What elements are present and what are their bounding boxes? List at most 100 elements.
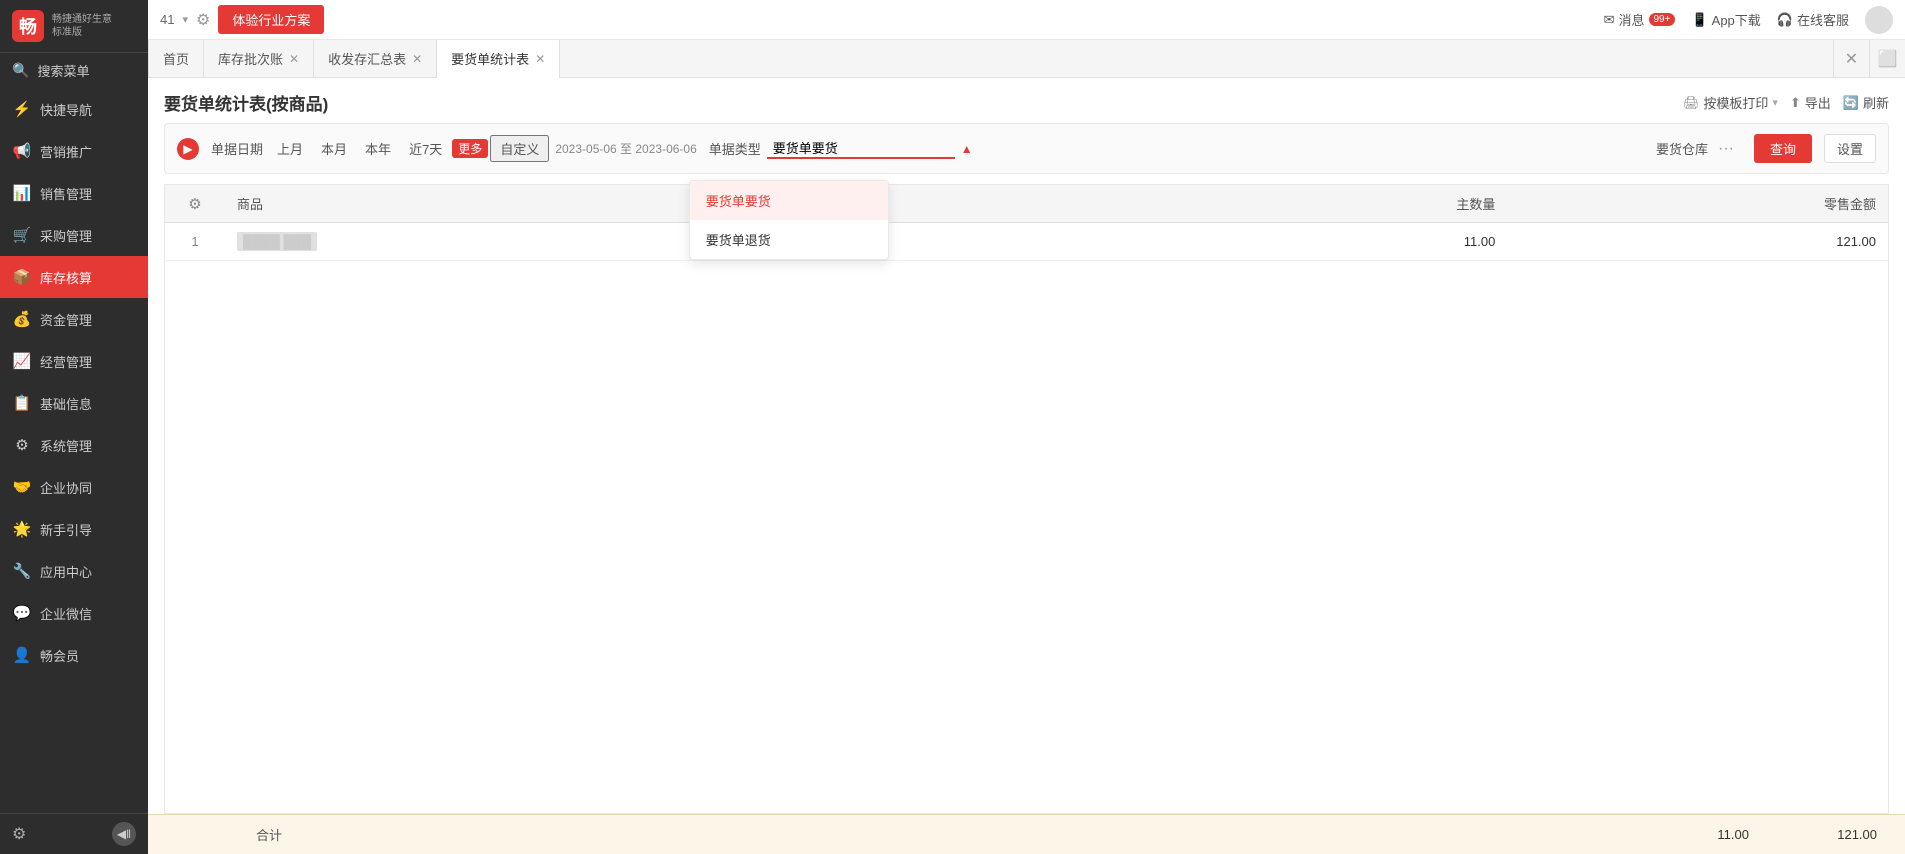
trial-button[interactable]: 体验行业方案 — [218, 5, 324, 34]
print-template-btn[interactable]: 🖨 按模板打印 ▾ — [1683, 93, 1778, 112]
filter-this-month-btn[interactable]: 本月 — [313, 137, 355, 160]
sidebar: 畅 畅捷通好生意 标准版 🔍 搜索菜单 ⚡快捷导航 📢 营销推广 📊销售管理 🛒 采购管理… — [0, 0, 148, 854]
tab-inventory-batch[interactable]: 库存批次账 ✕ — [204, 40, 314, 78]
table-col-amount: 零售金额 — [1507, 185, 1888, 223]
page-actions: 🖨 按模板打印 ▾ ⬆ 导出 🔄 刷新 — [1683, 93, 1889, 112]
sidebar-item-wechat[interactable]: 💬 企业微信 — [0, 592, 148, 634]
nav-label-finance: 资金管理 — [40, 310, 92, 329]
page-content: 要货单统计表(按商品) 🖨 按模板打印 ▾ ⬆ 导出 🔄 刷新 ▶ — [148, 78, 1905, 854]
tab-label-inventory-batch: 库存批次账 — [218, 49, 283, 68]
filter-warehouse-more-btn[interactable]: ··· — [1718, 140, 1734, 158]
headset-icon: 🎧 — [1777, 12, 1793, 28]
type-dropdown-menu: 要货单要货 要货单退货 — [689, 180, 889, 260]
nav-label-quick-nav: 快捷导航 — [40, 100, 92, 119]
cell-product: ████ ███ — [225, 223, 746, 261]
header-left: 41 ▾ ⚙ 体验行业方案 — [160, 5, 324, 34]
app-download-action[interactable]: 📱 App下载 — [1691, 10, 1760, 29]
nav-icon-sales: 📊 — [12, 183, 32, 203]
filter-date-value: 2023-05-06 至 2023-06-06 — [555, 140, 696, 157]
logo-icon: 畅 — [12, 10, 44, 42]
sidebar-item-member[interactable]: 👤 畅会员 — [0, 634, 148, 676]
sidebar-item-guide[interactable]: 🌟新手引导 — [0, 508, 148, 550]
filter-bar: ▶ 单据日期 上月 本月 本年 近7天 更多 自定义 2023-05-06 至 … — [164, 123, 1889, 174]
refresh-btn[interactable]: 🔄 刷新 — [1843, 93, 1889, 112]
page-title: 要货单统计表(按商品) — [164, 90, 328, 115]
nav-icon-guide: 🌟 — [12, 519, 32, 539]
print-icon: 🖨 — [1683, 95, 1700, 111]
tab-bar-actions: ✕ ⬜ — [1833, 40, 1905, 78]
sidebar-item-finance[interactable]: 💰资金管理 — [0, 298, 148, 340]
filter-expand-btn[interactable]: ▶ — [177, 138, 199, 160]
filter-last-7days-btn[interactable]: 近7天 — [401, 137, 450, 160]
refresh-icon: 🔄 — [1843, 95, 1859, 111]
filter-custom-btn[interactable]: 自定义 — [490, 135, 549, 162]
nav-icon-wechat: 💬 — [12, 603, 32, 623]
sidebar-logo: 畅 畅捷通好生意 标准版 — [0, 0, 148, 53]
sidebar-search[interactable]: 🔍 搜索菜单 — [0, 53, 148, 88]
print-dropdown-icon: ▾ — [1772, 96, 1778, 109]
logo-text: 畅捷通好生意 标准版 — [52, 13, 112, 39]
breadcrumb-dropdown-arrow[interactable]: ▾ — [182, 13, 188, 26]
tab-maximize-btn[interactable]: ⬜ — [1869, 40, 1905, 78]
nav-icon-basic-info: 📋 — [12, 393, 32, 413]
filter-more-badge[interactable]: 更多 — [452, 139, 488, 158]
messages-icon: ✉ — [1604, 12, 1615, 28]
table-col-quantity: 主数量 — [1192, 185, 1508, 223]
tab-order-summary[interactable]: 要货单统计表✕ — [437, 40, 560, 78]
nav-label-marketing: 营销推广 — [40, 142, 92, 161]
tab-bar: 首页库存批次账✕收发存汇总表✕要货单统计表✕ ✕ ⬜ — [148, 40, 1905, 78]
tab-close-receive-summary[interactable]: ✕ — [412, 52, 422, 66]
header-settings-icon[interactable]: ⚙ — [196, 10, 210, 30]
tab-close-order-summary[interactable]: ✕ — [535, 52, 545, 66]
sidebar-item-app-center[interactable]: 🔧应用中心 — [0, 550, 148, 592]
sidebar-item-enterprise[interactable]: 🤝企业协同 — [0, 466, 148, 508]
nav-label-app-center: 应用中心 — [40, 562, 92, 581]
table-row: 1 ████ ███ 块 11.00 121.00 — [165, 223, 1888, 261]
sidebar-item-system[interactable]: ⚙系统管理 — [0, 424, 148, 466]
tab-label-receive-summary: 收发存汇总表 — [328, 49, 406, 68]
filter-date-section: 单据日期 上月 本月 本年 近7天 更多 自定义 2023-05-06 至 20… — [211, 135, 697, 162]
sidebar-settings-icon[interactable]: ⚙ — [12, 824, 26, 844]
nav-icon-member: 👤 — [12, 645, 32, 665]
page-header: 要货单统计表(按商品) 🖨 按模板打印 ▾ ⬆ 导出 🔄 刷新 — [148, 78, 1905, 123]
tab-home[interactable]: 首页 — [148, 40, 204, 78]
nav-icon-marketing: 📢 — [12, 141, 32, 161]
sidebar-item-marketing[interactable]: 📢 营销推广 — [0, 130, 148, 172]
user-avatar[interactable] — [1865, 6, 1893, 34]
sidebar-collapse-btn[interactable]: ◀‖ — [112, 822, 136, 846]
filter-type-dropdown-icon[interactable]: ▲ — [961, 142, 973, 156]
export-btn[interactable]: ⬆ 导出 — [1790, 93, 1831, 112]
search-icon: 🔍 — [12, 62, 29, 79]
breadcrumb-num: 41 — [160, 12, 174, 27]
nav-label-member: 畅会员 — [40, 646, 79, 665]
online-service-action[interactable]: 🎧 在线客服 — [1777, 10, 1849, 29]
tab-receive-summary[interactable]: 收发存汇总表 ✕ — [314, 40, 437, 78]
top-header: 41 ▾ ⚙ 体验行业方案 ✉ 消息 99+ 📱 App下载 🎧 在线客服 — [148, 0, 1905, 40]
nav-icon-enterprise: 🤝 — [12, 477, 32, 497]
sidebar-item-purchase[interactable]: 🛒 采购管理 — [0, 214, 148, 256]
tab-close-all-btn[interactable]: ✕ — [1833, 40, 1869, 78]
nav-label-purchase: 采购管理 — [40, 226, 92, 245]
sidebar-item-inventory[interactable]: 📦库存核算 — [0, 256, 148, 298]
filter-warehouse-section: 要货仓库 ··· — [1656, 139, 1734, 158]
tab-close-inventory-batch[interactable]: ✕ — [289, 52, 299, 66]
sidebar-item-operations[interactable]: 📈经营管理 — [0, 340, 148, 382]
table-container: ⚙ 商品 主计量单位 主数量 零售金额 1 ████ ███ 块 11.00 1… — [164, 184, 1889, 814]
dropdown-item-order-goods[interactable]: 要货单要货 — [690, 181, 888, 220]
table-settings-icon[interactable]: ⚙ — [188, 196, 201, 213]
filter-last-month-btn[interactable]: 上月 — [269, 137, 311, 160]
nav-label-wechat: 企业微信 — [40, 604, 92, 623]
nav-icon-inventory: 📦 — [12, 267, 32, 287]
messages-action[interactable]: ✉ 消息 99+ — [1604, 10, 1676, 29]
sidebar-item-sales[interactable]: 📊销售管理 — [0, 172, 148, 214]
sidebar-item-quick-nav[interactable]: ⚡快捷导航 — [0, 88, 148, 130]
filter-type-input[interactable] — [767, 138, 955, 159]
data-table: ⚙ 商品 主计量单位 主数量 零售金额 1 ████ ███ 块 11.00 1… — [165, 185, 1888, 261]
filter-query-btn[interactable]: 查询 — [1754, 134, 1812, 163]
filter-this-year-btn[interactable]: 本年 — [357, 137, 399, 160]
nav-icon-purchase: 🛒 — [12, 225, 32, 245]
sidebar-item-basic-info[interactable]: 📋基础信息 — [0, 382, 148, 424]
dropdown-item-order-return[interactable]: 要货单退货 — [690, 220, 888, 259]
filter-settings-btn[interactable]: 设置 — [1824, 134, 1876, 163]
summary-quantity: 11.00 — [1613, 827, 1773, 842]
